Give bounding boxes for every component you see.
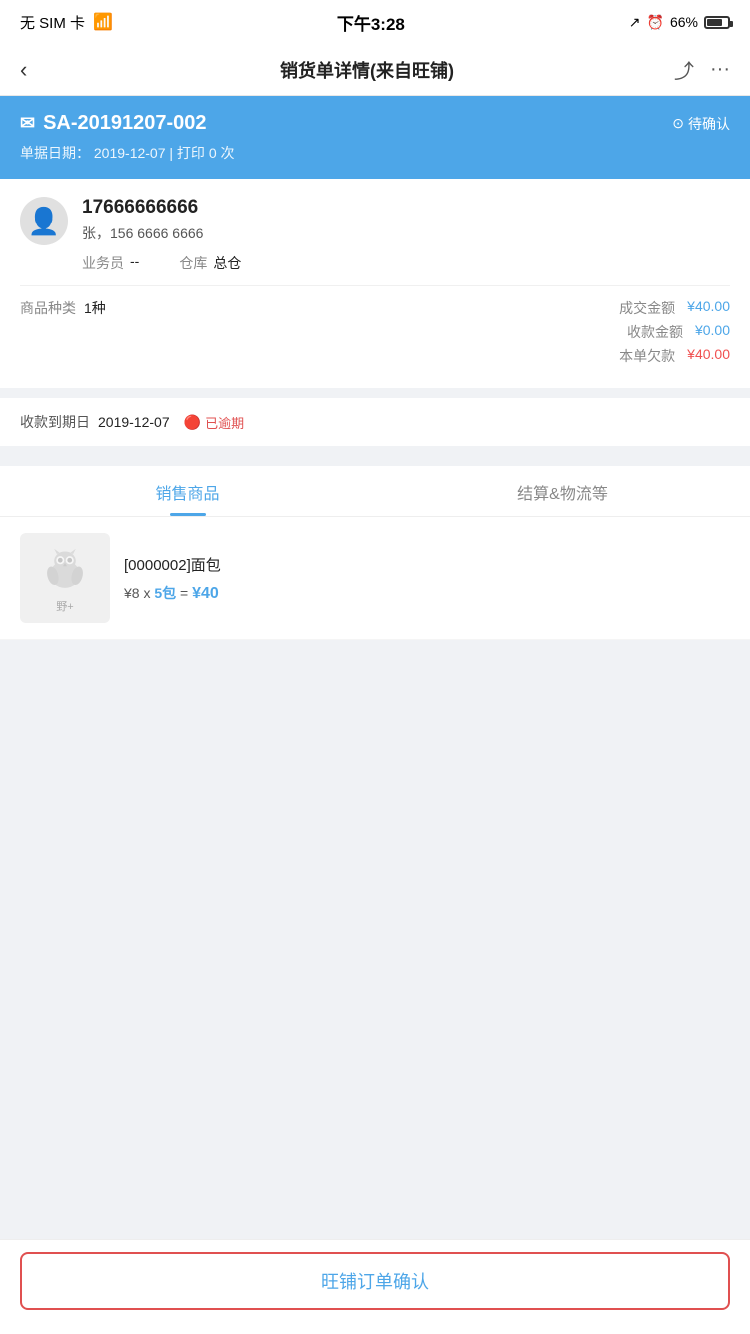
- order-date: 单据日期： 2019-12-07 | 打印 0 次: [20, 143, 730, 163]
- alarm-icon: ⏰: [647, 14, 664, 31]
- deal-amount-row: 成交金额 ¥40.00: [619, 298, 730, 318]
- amounts-right: 成交金额 ¥40.00 收款金额 ¥0.00 本单欠款 ¥40.00: [619, 298, 730, 370]
- received-amount-row: 收款金额 ¥0.00: [619, 322, 730, 342]
- warning-icon: 🔴: [184, 414, 201, 431]
- tab-sales-products[interactable]: 销售商品: [0, 466, 375, 516]
- avatar: 👤: [20, 197, 68, 245]
- product-list: 野+ [0000002]面包 ¥8 x 5包 = ¥40: [0, 517, 750, 640]
- status-right: ↗ ⏰ 66%: [629, 14, 730, 31]
- customer-meta: 业务员 -- 仓库 总仓: [82, 253, 730, 273]
- nav-bar: ‹ 销货单详情(来自旺铺) ⤴ ···: [0, 44, 750, 96]
- customer-info: 17666666666 张，156 6666 6666 业务员 -- 仓库 总仓: [82, 197, 730, 273]
- page-title: 销货单详情(来自旺铺): [60, 57, 674, 83]
- customer-card: 👤 17666666666 张，156 6666 6666 业务员 -- 仓库 …: [0, 179, 750, 388]
- status-bar: 无 SIM 卡 📶 下午3:28 ↗ ⏰ 66%: [0, 0, 750, 44]
- more-icon[interactable]: ···: [710, 58, 730, 81]
- status-badge: ⊙ 待确认: [672, 114, 730, 134]
- carrier-text: 无 SIM 卡: [20, 12, 85, 33]
- customer-phone: 17666666666: [82, 197, 730, 219]
- due-date-section: 收款到期日 2019-12-07 🔴 已逾期: [0, 398, 750, 446]
- battery-bar: [704, 16, 730, 29]
- amount-section: 商品种类 1种 成交金额 ¥40.00 收款金额 ¥0.00 本单欠款 ¥40.…: [20, 298, 730, 370]
- salesman-field: 业务员 --: [82, 253, 139, 273]
- wifi-icon: 📶: [93, 12, 113, 32]
- product-details: [0000002]面包 ¥8 x 5包 = ¥40: [124, 554, 730, 603]
- time-display: 下午3:28: [337, 10, 405, 35]
- nav-actions: ⤴ ···: [674, 55, 730, 84]
- battery-percent: 66%: [670, 14, 698, 30]
- gap-section: [0, 456, 750, 466]
- back-button[interactable]: ‹: [20, 57, 60, 83]
- tab-settlement-logistics[interactable]: 结算&物流等: [375, 466, 750, 516]
- confirm-order-button[interactable]: 旺铺订单确认: [20, 1252, 730, 1310]
- clock-icon: ⊙: [672, 115, 684, 132]
- order-number: ✉ SA-20191207-002: [20, 112, 207, 135]
- divider: [20, 285, 730, 286]
- customer-name: 张，156 6666 6666: [82, 223, 730, 243]
- empty-area: [0, 640, 750, 840]
- bottom-bar: 旺铺订单确认: [0, 1239, 750, 1334]
- product-price: ¥8 x 5包 = ¥40: [124, 583, 730, 603]
- header-card: ✉ SA-20191207-002 ⊙ 待确认 单据日期： 2019-12-07…: [0, 96, 750, 179]
- owed-amount-row: 本单欠款 ¥40.00: [619, 346, 730, 366]
- user-icon: 👤: [28, 206, 60, 237]
- product-item: 野+ [0000002]面包 ¥8 x 5包 = ¥40: [0, 517, 750, 640]
- product-name: [0000002]面包: [124, 554, 730, 575]
- product-thumbnail: 野+: [20, 533, 110, 623]
- location-icon: ↗: [629, 14, 641, 31]
- status-left: 无 SIM 卡 📶: [20, 12, 113, 33]
- envelope-icon: ✉: [20, 113, 35, 134]
- share-icon[interactable]: ⤴: [674, 55, 694, 84]
- tabs-container: 销售商品 结算&物流等: [0, 466, 750, 517]
- warehouse-field: 仓库 总仓: [179, 253, 241, 273]
- product-count: 商品种类 1种: [20, 298, 106, 318]
- overdue-badge: 🔴 已逾期: [184, 413, 244, 432]
